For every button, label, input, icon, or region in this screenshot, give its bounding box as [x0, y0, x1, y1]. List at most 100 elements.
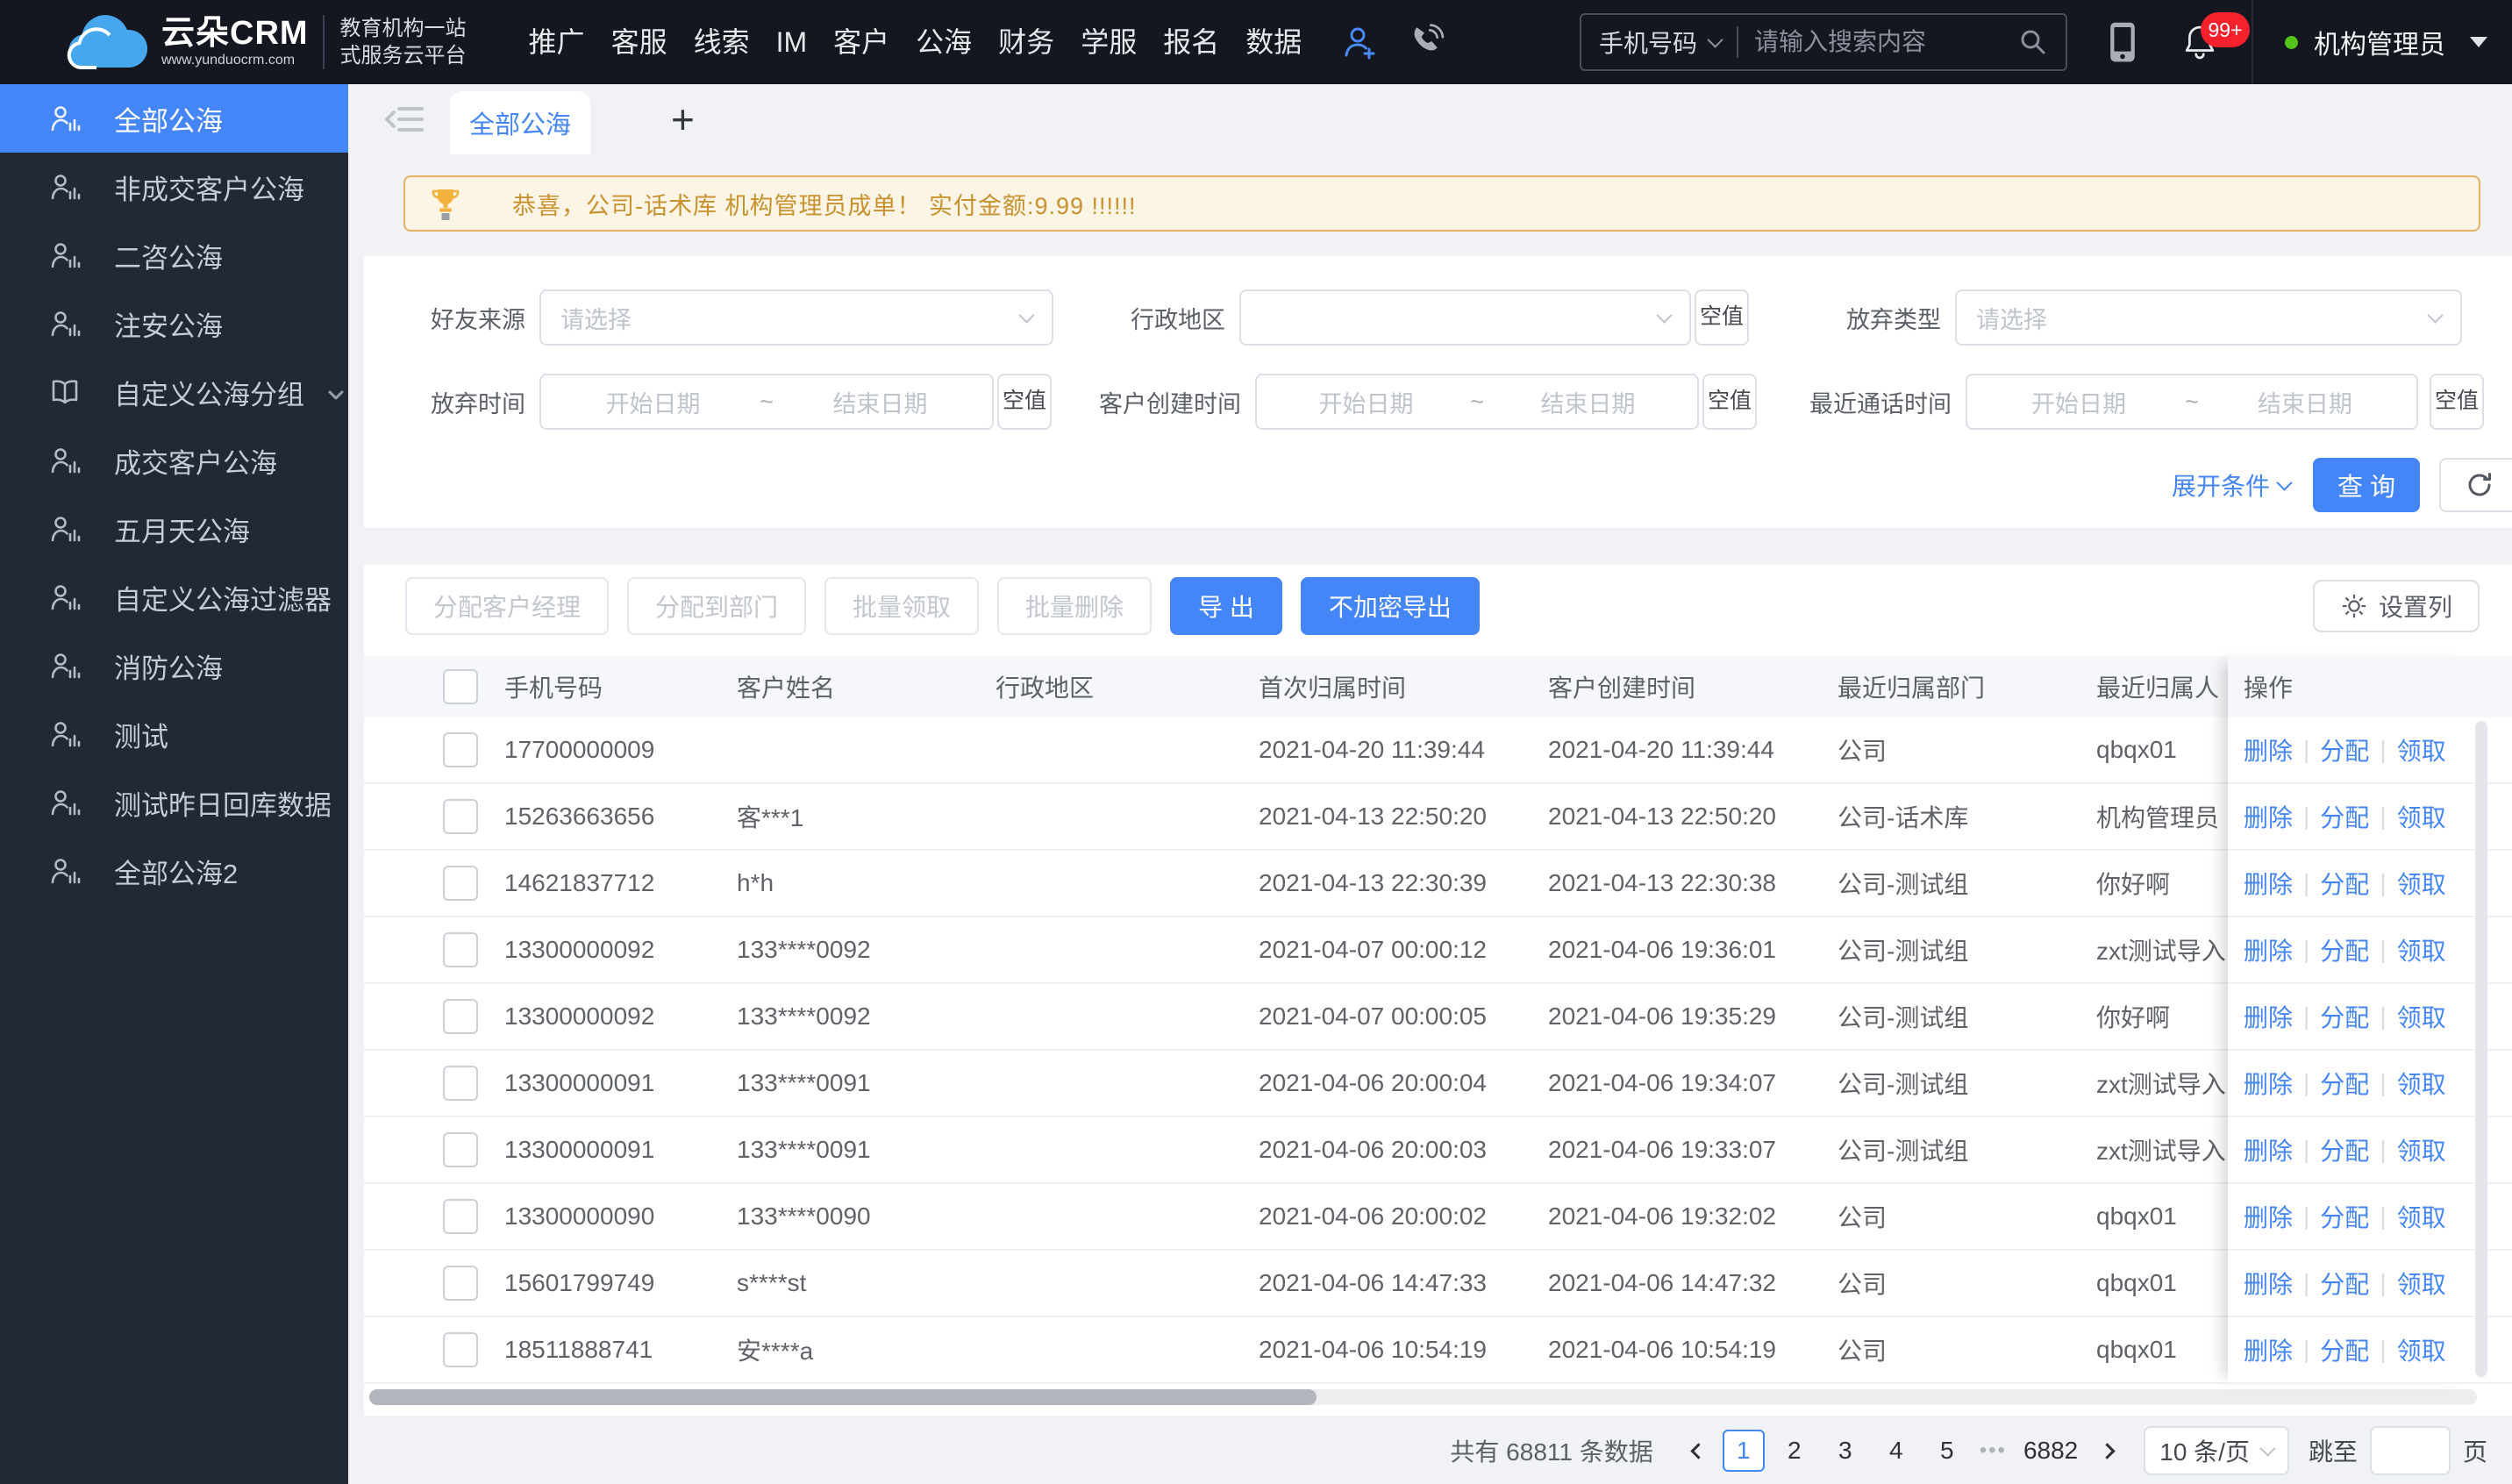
sidebar-item-成交客户公海[interactable]: 成交客户公海: [0, 426, 348, 495]
scrollbar-thumb[interactable]: [369, 1389, 1317, 1405]
action-领取[interactable]: 领取: [2397, 799, 2446, 834]
sidebar-item-全部公海2[interactable]: 全部公海2: [0, 837, 348, 905]
action-领取[interactable]: 领取: [2397, 1332, 2446, 1367]
action-领取[interactable]: 领取: [2397, 1266, 2446, 1301]
toolbar-button-分配客户经理[interactable]: 分配客户经理: [405, 577, 610, 635]
action-分配[interactable]: 分配: [2320, 732, 2369, 767]
region-select[interactable]: [1239, 289, 1691, 346]
action-领取[interactable]: 领取: [2397, 932, 2446, 967]
last-call-time-range[interactable]: 开始日期 ~ 结束日期: [1966, 374, 2418, 430]
sidebar-item-注安公海[interactable]: 注安公海: [0, 289, 348, 358]
more-pages-ellipsis[interactable]: •••: [1980, 1438, 2007, 1463]
create-time-range[interactable]: 开始日期 ~ 结束日期: [1255, 374, 1699, 430]
topnav-item-数据[interactable]: 数据: [1232, 0, 1315, 84]
action-分配[interactable]: 分配: [2320, 1132, 2369, 1167]
toolbar-button-批量领取[interactable]: 批量领取: [824, 577, 980, 635]
add-user-icon[interactable]: [1341, 24, 1378, 61]
toolbar-button-批量删除[interactable]: 批量删除: [997, 577, 1153, 635]
topnav-item-线索[interactable]: 线索: [681, 0, 763, 84]
topnav-item-报名[interactable]: 报名: [1150, 0, 1232, 84]
sidebar-item-自定义公海过滤器[interactable]: 自定义公海过滤器: [0, 563, 348, 631]
toolbar-button-不加密导出[interactable]: 不加密导出: [1300, 577, 1480, 635]
row-checkbox[interactable]: [443, 1266, 478, 1301]
action-删除[interactable]: 删除: [2244, 1199, 2293, 1234]
row-checkbox[interactable]: [443, 999, 478, 1034]
row-checkbox[interactable]: [443, 866, 478, 901]
action-领取[interactable]: 领取: [2397, 866, 2446, 901]
toolbar-button-分配到部门[interactable]: 分配到部门: [627, 577, 807, 635]
row-checkbox[interactable]: [443, 732, 478, 767]
action-领取[interactable]: 领取: [2397, 999, 2446, 1034]
tab-all-gonghai[interactable]: 全部公海: [450, 91, 590, 154]
sidebar-item-非成交客户公海[interactable]: 非成交客户公海: [0, 153, 348, 221]
abandon-time-empty-button[interactable]: 空值: [997, 374, 1052, 430]
page-size-select[interactable]: 10 条/页: [2144, 1426, 2289, 1475]
column-settings-button[interactable]: 设置列: [2313, 580, 2480, 632]
page-button-4[interactable]: 4: [1875, 1430, 1917, 1472]
row-checkbox[interactable]: [443, 932, 478, 967]
action-分配[interactable]: 分配: [2320, 1332, 2369, 1367]
horizontal-scrollbar[interactable]: [369, 1389, 2477, 1405]
search-icon[interactable]: [2018, 27, 2048, 57]
action-删除[interactable]: 删除: [2244, 1066, 2293, 1101]
next-page-button[interactable]: [2087, 1442, 2126, 1459]
query-button[interactable]: 查 询: [2313, 458, 2420, 512]
page-button-2[interactable]: 2: [1773, 1430, 1816, 1472]
sidebar-item-自定义公海分组[interactable]: 自定义公海分组: [0, 358, 348, 426]
collapse-sidebar-icon[interactable]: [385, 102, 425, 137]
action-分配[interactable]: 分配: [2320, 1066, 2369, 1101]
mobile-icon[interactable]: [2108, 20, 2137, 64]
topnav-item-推广[interactable]: 推广: [516, 0, 598, 84]
user-menu[interactable]: 机构管理员: [2285, 23, 2512, 61]
action-删除[interactable]: 删除: [2244, 1332, 2293, 1367]
sidebar-item-测试昨日回库数据[interactable]: 测试昨日回库数据: [0, 768, 348, 837]
action-分配[interactable]: 分配: [2320, 799, 2369, 834]
action-分配[interactable]: 分配: [2320, 1266, 2369, 1301]
action-删除[interactable]: 删除: [2244, 732, 2293, 767]
action-删除[interactable]: 删除: [2244, 1266, 2293, 1301]
topnav-item-客户[interactable]: 客户: [820, 0, 903, 84]
sidebar-item-消防公海[interactable]: 消防公海: [0, 631, 348, 700]
topnav-item-财务[interactable]: 财务: [985, 0, 1067, 84]
sidebar-item-二咨公海[interactable]: 二咨公海: [0, 221, 348, 289]
row-checkbox[interactable]: [443, 1066, 478, 1101]
abandon-type-select[interactable]: 请选择: [1955, 289, 2462, 346]
topnav-item-IM[interactable]: IM: [763, 0, 821, 84]
search-category-select[interactable]: 手机号码: [1599, 25, 1697, 60]
last-page-button[interactable]: 6882: [2018, 1430, 2083, 1472]
action-删除[interactable]: 删除: [2244, 866, 2293, 901]
topnav-item-客服[interactable]: 客服: [598, 0, 681, 84]
page-button-3[interactable]: 3: [1824, 1430, 1866, 1472]
action-分配[interactable]: 分配: [2320, 1199, 2369, 1234]
select-all-checkbox[interactable]: [443, 669, 478, 704]
abandon-time-range[interactable]: 开始日期 ~ 结束日期: [539, 374, 994, 430]
row-checkbox[interactable]: [443, 1132, 478, 1167]
toolbar-button-导出[interactable]: 导 出: [1170, 577, 1282, 635]
action-删除[interactable]: 删除: [2244, 999, 2293, 1034]
search-input[interactable]: [1754, 28, 2018, 56]
sidebar-item-全部公海[interactable]: 全部公海: [0, 84, 348, 153]
sidebar-item-测试[interactable]: 测试: [0, 700, 348, 768]
action-删除[interactable]: 删除: [2244, 1132, 2293, 1167]
jump-page-input[interactable]: [2369, 1426, 2451, 1475]
last-call-time-empty-button[interactable]: 空值: [2430, 374, 2484, 430]
prev-page-button[interactable]: [1680, 1442, 1718, 1459]
action-删除[interactable]: 删除: [2244, 932, 2293, 967]
row-checkbox[interactable]: [443, 799, 478, 834]
notifications-bell[interactable]: 99+: [2183, 12, 2250, 61]
expand-conditions-link[interactable]: 展开条件: [2172, 467, 2293, 503]
action-分配[interactable]: 分配: [2320, 866, 2369, 901]
topnav-item-学服[interactable]: 学服: [1067, 0, 1150, 84]
action-分配[interactable]: 分配: [2320, 932, 2369, 967]
action-删除[interactable]: 删除: [2244, 799, 2293, 834]
friend-source-select[interactable]: 请选择: [539, 289, 1053, 346]
action-领取[interactable]: 领取: [2397, 1199, 2446, 1234]
action-领取[interactable]: 领取: [2397, 1132, 2446, 1167]
row-checkbox[interactable]: [443, 1332, 478, 1367]
add-tab-button[interactable]: +: [671, 99, 695, 139]
topnav-item-公海[interactable]: 公海: [903, 0, 985, 84]
refresh-button[interactable]: [2439, 458, 2512, 512]
action-分配[interactable]: 分配: [2320, 999, 2369, 1034]
region-empty-button[interactable]: 空值: [1695, 289, 1749, 346]
create-time-empty-button[interactable]: 空值: [1702, 374, 1757, 430]
